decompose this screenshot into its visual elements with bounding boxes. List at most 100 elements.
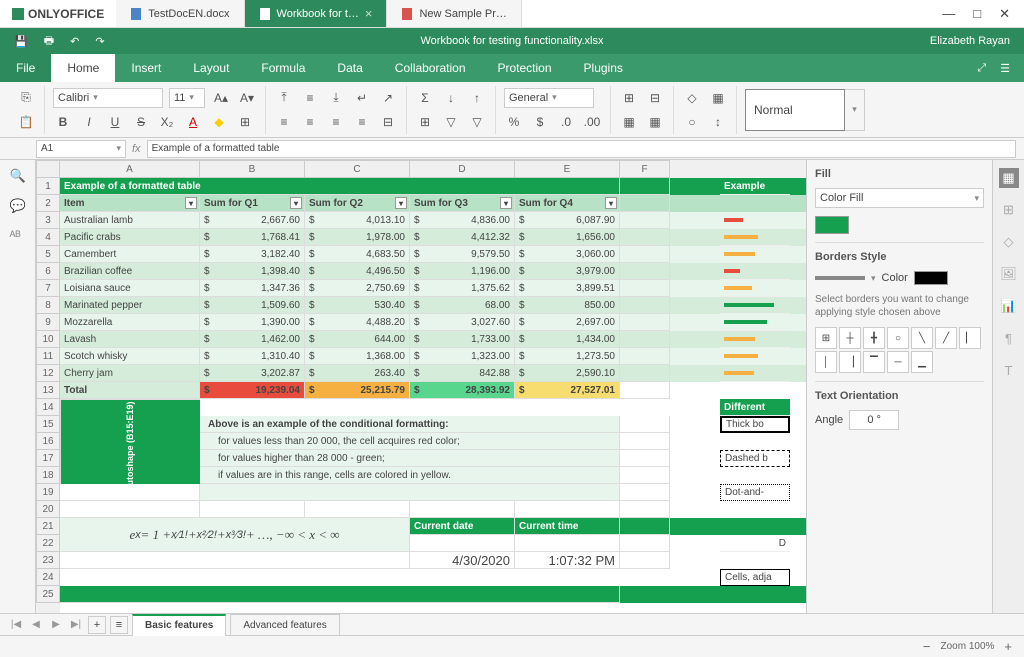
menu-layout[interactable]: Layout — [177, 54, 245, 82]
image-settings-icon[interactable]: 🖼 — [999, 264, 1019, 284]
filter-arrow-icon[interactable]: ▾ — [605, 197, 617, 209]
border-right[interactable]: ▕ — [839, 351, 861, 373]
row-header[interactable]: 8 — [36, 297, 60, 314]
cell[interactable] — [410, 501, 515, 518]
currency-icon[interactable]: $ — [530, 112, 550, 132]
border-none[interactable]: ○ — [887, 327, 909, 349]
fill-color-swatch[interactable] — [815, 216, 849, 234]
decrease-decimal-icon[interactable]: .0 — [556, 112, 576, 132]
row-header[interactable]: 1 — [36, 178, 60, 195]
font-size-select[interactable]: 11▾ — [169, 88, 205, 108]
align-right-icon[interactable]: ≡ — [326, 112, 346, 132]
row-header[interactable]: 24 — [36, 569, 60, 586]
fill-type-select[interactable]: Color Fill▾ — [815, 188, 984, 208]
border-diag1[interactable]: ╲ — [911, 327, 933, 349]
angle-input[interactable]: 0 ° — [849, 410, 899, 430]
cell[interactable] — [620, 433, 670, 450]
row-header[interactable]: 19 — [36, 484, 60, 501]
fx-icon[interactable]: fx — [126, 143, 147, 155]
cell[interactable] — [620, 280, 670, 297]
cell[interactable]: Sum for Q3▾ — [410, 195, 515, 212]
cell[interactable]: Australian lamb — [60, 212, 200, 229]
name-box[interactable]: A1▾ — [36, 140, 126, 158]
cell[interactable]: $1,434.00 — [515, 331, 620, 348]
redo-icon[interactable]: ↷ — [95, 35, 104, 48]
cell[interactable] — [60, 586, 620, 603]
cell[interactable]: $3,899.51 — [515, 280, 620, 297]
orientation-icon[interactable]: ↗ — [378, 88, 398, 108]
row-header[interactable]: 12 — [36, 365, 60, 382]
user-name[interactable]: Elizabeth Rayan — [916, 35, 1024, 47]
filter-arrow-icon[interactable]: ▾ — [290, 197, 302, 209]
col-header-e[interactable]: E — [515, 160, 620, 178]
italic-button[interactable]: I — [79, 112, 99, 132]
cell[interactable]: $9,579.50 — [410, 246, 515, 263]
close-button[interactable]: ✕ — [999, 6, 1010, 22]
copy-icon[interactable]: ⎘ — [16, 88, 36, 108]
cell[interactable] — [305, 501, 410, 518]
insert-cells-icon[interactable]: ⊞ — [619, 88, 639, 108]
cell[interactable]: Scotch whisky — [60, 348, 200, 365]
menu-home[interactable]: Home — [51, 54, 115, 82]
cell[interactable] — [620, 382, 670, 399]
row-header[interactable]: 15 — [36, 416, 60, 433]
row-header[interactable]: 4 — [36, 229, 60, 246]
increase-decimal-icon[interactable]: .00 — [582, 112, 602, 132]
cell[interactable]: $6,087.90 — [515, 212, 620, 229]
add-sheet-button[interactable]: + — [88, 616, 106, 634]
cell[interactable] — [620, 467, 670, 484]
border-top[interactable]: ▔ — [863, 351, 885, 373]
cell[interactable]: $263.40 — [305, 365, 410, 382]
row-header[interactable]: 23 — [36, 552, 60, 569]
cell[interactable] — [620, 365, 670, 382]
cell[interactable]: $1,656.00 — [515, 229, 620, 246]
conditional-format-icon[interactable]: ▦ — [645, 112, 665, 132]
filter-arrow-icon[interactable]: ▾ — [500, 197, 512, 209]
menu-plugins[interactable]: Plugins — [568, 54, 639, 82]
row-header[interactable]: 10 — [36, 331, 60, 348]
cell[interactable]: $1,273.50 — [515, 348, 620, 365]
cell[interactable]: $2,667.60 — [200, 212, 305, 229]
save-icon[interactable]: 💾 — [14, 35, 28, 48]
cell[interactable]: $4,496.50 — [305, 263, 410, 280]
text-settings-icon[interactable]: T — [999, 360, 1019, 380]
cell[interactable]: $3,979.00 — [515, 263, 620, 280]
border-hcenter[interactable]: ─ — [887, 351, 909, 373]
cell[interactable] — [60, 552, 410, 569]
minimize-button[interactable]: — — [942, 6, 955, 22]
cell[interactable] — [620, 246, 670, 263]
tab-presentation[interactable]: New Sample Pr… — [387, 0, 521, 27]
cell[interactable]: $2,750.69 — [305, 280, 410, 297]
strike-button[interactable]: S — [131, 112, 151, 132]
row-header[interactable]: 13 — [36, 382, 60, 399]
sum-icon[interactable]: Σ — [415, 88, 435, 108]
cell[interactable] — [60, 484, 200, 501]
cell[interactable] — [620, 484, 670, 501]
cell[interactable]: $25,215.79 — [305, 382, 410, 399]
row-header[interactable]: 22 — [36, 535, 60, 552]
cell[interactable]: $3,060.00 — [515, 246, 620, 263]
row-height-icon[interactable]: ↕ — [708, 112, 728, 132]
cell[interactable] — [620, 195, 670, 212]
row-header[interactable]: 18 — [36, 467, 60, 484]
cell[interactable] — [620, 229, 670, 246]
menu-protection[interactable]: Protection — [482, 54, 568, 82]
number-format-select[interactable]: General▾ — [504, 88, 594, 108]
align-middle-icon[interactable]: ≡ — [300, 88, 320, 108]
cell[interactable]: $2,697.00 — [515, 314, 620, 331]
borders-button[interactable]: ⊞ — [235, 112, 255, 132]
cell[interactable] — [620, 535, 670, 552]
row-header[interactable]: 17 — [36, 450, 60, 467]
cell[interactable]: Total — [60, 382, 200, 399]
wrap-text-icon[interactable]: ↵ — [352, 88, 372, 108]
undo-icon[interactable]: ↶ — [70, 35, 79, 48]
cell[interactable]: $850.00 — [515, 297, 620, 314]
menu-insert[interactable]: Insert — [115, 54, 177, 82]
sheet-nav-last[interactable]: ▶| — [68, 619, 84, 630]
autoshape[interactable]: Example of an autoshape (B15:E19) and ve… — [60, 399, 200, 484]
filter-icon[interactable]: ▽ — [441, 112, 461, 132]
cell[interactable]: $1,368.00 — [305, 348, 410, 365]
cell[interactable]: $4,836.00 — [410, 212, 515, 229]
fill-color-button[interactable]: ◆ — [209, 112, 229, 132]
subscript-button[interactable]: X₂ — [157, 112, 177, 132]
